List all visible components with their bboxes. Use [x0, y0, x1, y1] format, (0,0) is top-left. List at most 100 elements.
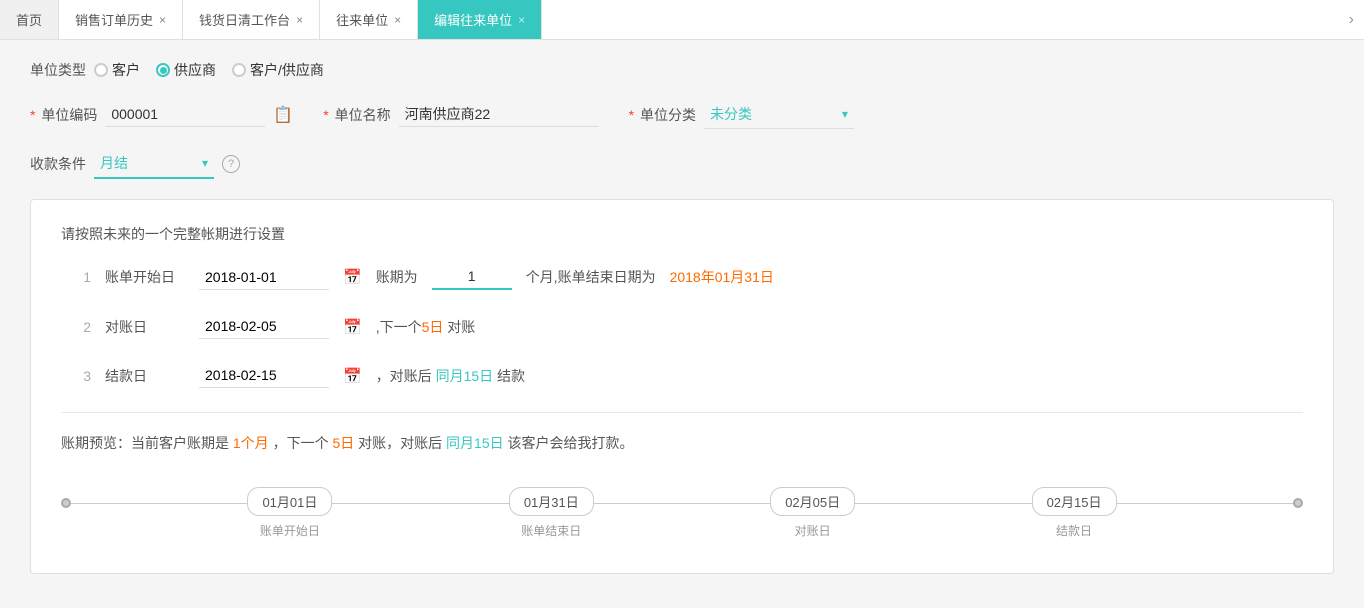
- timeline-date-2: 01月31日: [509, 487, 594, 516]
- unit-category-required-star: *: [629, 107, 634, 123]
- payment-terms-chevron-icon: ▾: [202, 156, 208, 170]
- preview-sep1: ，下一个: [273, 435, 329, 451]
- tab-cash-work-label: 钱货日清工作台: [199, 10, 290, 29]
- timeline-date-1: 01月01日: [247, 487, 332, 516]
- payment-date-calendar-icon[interactable]: 📅: [343, 367, 362, 385]
- radio-customer-supplier[interactable]: 客户/供应商: [232, 60, 324, 80]
- unit-type-row: 单位类型 客户 供应商 客户/供应商: [30, 60, 1334, 80]
- start-date-calendar-icon[interactable]: 📅: [343, 268, 362, 286]
- tabs-bar: 首页 销售订单历史 × 钱货日清工作台 × 往来单位 × 编辑往来单位 × ›: [0, 0, 1364, 40]
- payment-terms-label: 收款条件: [30, 154, 86, 174]
- unit-category-select[interactable]: 未分类 ▾: [704, 100, 854, 129]
- row-num-2: 2: [71, 319, 91, 335]
- unit-info-row: * 单位编码 📋 * 单位名称 * 单位分类 未分类 ▾: [30, 100, 1334, 129]
- radio-supplier-circle: [156, 63, 170, 77]
- timeline-date-4: 02月15日: [1032, 487, 1117, 516]
- reconcile-date-calendar-icon[interactable]: 📅: [343, 318, 362, 336]
- tab-sales-history[interactable]: 销售订单历史 ×: [59, 0, 183, 39]
- timeline-nodes: 01月01日 账单开始日 01月31日 账单结束日 02月05日 对账日: [61, 487, 1303, 539]
- tab-home-label: 首页: [16, 10, 42, 29]
- timeline-date-3: 02月05日: [770, 487, 855, 516]
- timeline-wrapper: 01月01日 账单开始日 01月31日 账单结束日 02月05日 对账日: [61, 477, 1303, 549]
- unit-code-copy-icon[interactable]: 📋: [273, 105, 293, 125]
- payment-day-highlight: 同月15日: [436, 368, 494, 384]
- preview-section: 账期预览：当前客户账期是 1个月 ，下一个 5日 对账，对账后 同月15日 该客…: [61, 412, 1303, 549]
- radio-customer-supplier-circle: [232, 63, 246, 77]
- timeline-label-1: 账单开始日: [260, 522, 320, 539]
- preview-same-day-highlight: 同月15日: [446, 435, 504, 451]
- unit-name-label: * 单位名称: [323, 105, 390, 125]
- radio-customer-label: 客户: [112, 60, 140, 80]
- tab-cash-work-close[interactable]: ×: [296, 13, 303, 27]
- timeline-node-2: 01月31日 账单结束日: [509, 487, 594, 539]
- unit-code-field: * 单位编码 📋: [30, 102, 293, 127]
- payment-date-input[interactable]: [199, 363, 329, 388]
- tab-edit-partner-label: 编辑往来单位: [434, 10, 512, 29]
- payment-terms-field: 收款条件 月结 ▾ ?: [30, 149, 240, 179]
- unit-name-required-star: *: [323, 107, 328, 123]
- period-months-input[interactable]: [432, 264, 512, 290]
- tabs-expand-button[interactable]: ›: [1339, 11, 1364, 29]
- tab-partner-label: 往来单位: [336, 10, 388, 29]
- unit-code-input[interactable]: [105, 102, 265, 127]
- start-date-input[interactable]: [199, 265, 329, 290]
- payment-terms-row: 收款条件 月结 ▾ ?: [30, 149, 1334, 179]
- row-label-2: 对账日: [105, 317, 185, 337]
- reconcile-date-input[interactable]: [199, 314, 329, 339]
- timeline-node-4: 02月15日 结款日: [1032, 487, 1117, 539]
- tab-cash-work[interactable]: 钱货日清工作台 ×: [183, 0, 320, 39]
- row-label-3: 结款日: [105, 366, 185, 386]
- payment-terms-help-icon[interactable]: ?: [222, 155, 240, 173]
- row-num-3: 3: [71, 368, 91, 384]
- preview-text: 账期预览：当前客户账期是 1个月 ，下一个 5日 对账，对账后 同月15日 该客…: [61, 433, 1303, 453]
- radio-customer-supplier-label: 客户/供应商: [250, 60, 324, 80]
- unit-type-label: 单位类型: [30, 60, 86, 80]
- unit-type-radio-group: 客户 供应商 客户/供应商: [94, 60, 324, 80]
- tab-home[interactable]: 首页: [0, 0, 59, 39]
- payment-desc: ，对账后 同月15日 结款: [376, 366, 525, 386]
- timeline-node-3: 02月05日 对账日: [770, 487, 855, 539]
- unit-category-chevron-icon: ▾: [842, 107, 848, 121]
- period-end-date-highlight: 2018年01月31日: [670, 267, 774, 287]
- unit-name-field: * 单位名称: [323, 102, 598, 127]
- timeline-right-dot-circle: [1293, 498, 1303, 508]
- preview-prefix: 账期预览：当前客户账期是: [61, 435, 229, 451]
- tab-partner-close[interactable]: ×: [394, 13, 401, 27]
- payment-terms-select[interactable]: 月结 ▾: [94, 149, 214, 179]
- reconcile-day-highlight: 5日: [422, 319, 444, 335]
- main-content: 单位类型 客户 供应商 客户/供应商 * 单位编码: [0, 40, 1364, 608]
- unit-category-label: * 单位分类: [629, 105, 696, 125]
- timeline-left-dot: [61, 487, 71, 508]
- payment-terms-value: 月结: [100, 153, 194, 173]
- timeline-node-1: 01月01日 账单开始日: [247, 487, 332, 539]
- row-num-1: 1: [71, 269, 91, 285]
- unit-category-value: 未分类: [710, 104, 834, 124]
- row-label-1: 账单开始日: [105, 267, 185, 287]
- unit-code-required-star: *: [30, 107, 35, 123]
- timeline-container: 01月01日 账单开始日 01月31日 账单结束日 02月05日 对账日: [61, 487, 1303, 539]
- period-label: 账期为: [376, 267, 418, 287]
- preview-sep2: 对账，对账后: [358, 435, 442, 451]
- period-row-3: 3 结款日 📅 ，对账后 同月15日 结款: [61, 363, 1303, 388]
- period-unit-text: 个月,账单结束日期为: [526, 267, 656, 287]
- timeline-label-4: 结款日: [1056, 522, 1092, 539]
- timeline-right-dot: [1293, 487, 1303, 508]
- radio-supplier-label: 供应商: [174, 60, 216, 80]
- unit-name-input[interactable]: [399, 102, 599, 127]
- tab-edit-partner[interactable]: 编辑往来单位 ×: [418, 0, 542, 39]
- card-instruction: 请按照未来的一个完整帐期进行设置: [61, 224, 1303, 244]
- tab-edit-partner-close[interactable]: ×: [518, 13, 525, 27]
- preview-suffix: 该客户会给我打款。: [508, 435, 634, 451]
- timeline-label-2: 账单结束日: [521, 522, 581, 539]
- radio-customer-circle: [94, 63, 108, 77]
- radio-customer[interactable]: 客户: [94, 60, 140, 80]
- tab-partner[interactable]: 往来单位 ×: [320, 0, 418, 39]
- unit-type-field: 单位类型 客户 供应商 客户/供应商: [30, 60, 324, 80]
- unit-category-field: * 单位分类 未分类 ▾: [629, 100, 854, 129]
- preview-months-highlight: 1个月: [233, 435, 269, 451]
- unit-code-label: * 单位编码: [30, 105, 97, 125]
- radio-supplier[interactable]: 供应商: [156, 60, 216, 80]
- preview-day-highlight: 5日: [332, 435, 354, 451]
- reconcile-desc: ,下一个5日 对账: [376, 317, 476, 337]
- tab-sales-history-close[interactable]: ×: [159, 13, 166, 27]
